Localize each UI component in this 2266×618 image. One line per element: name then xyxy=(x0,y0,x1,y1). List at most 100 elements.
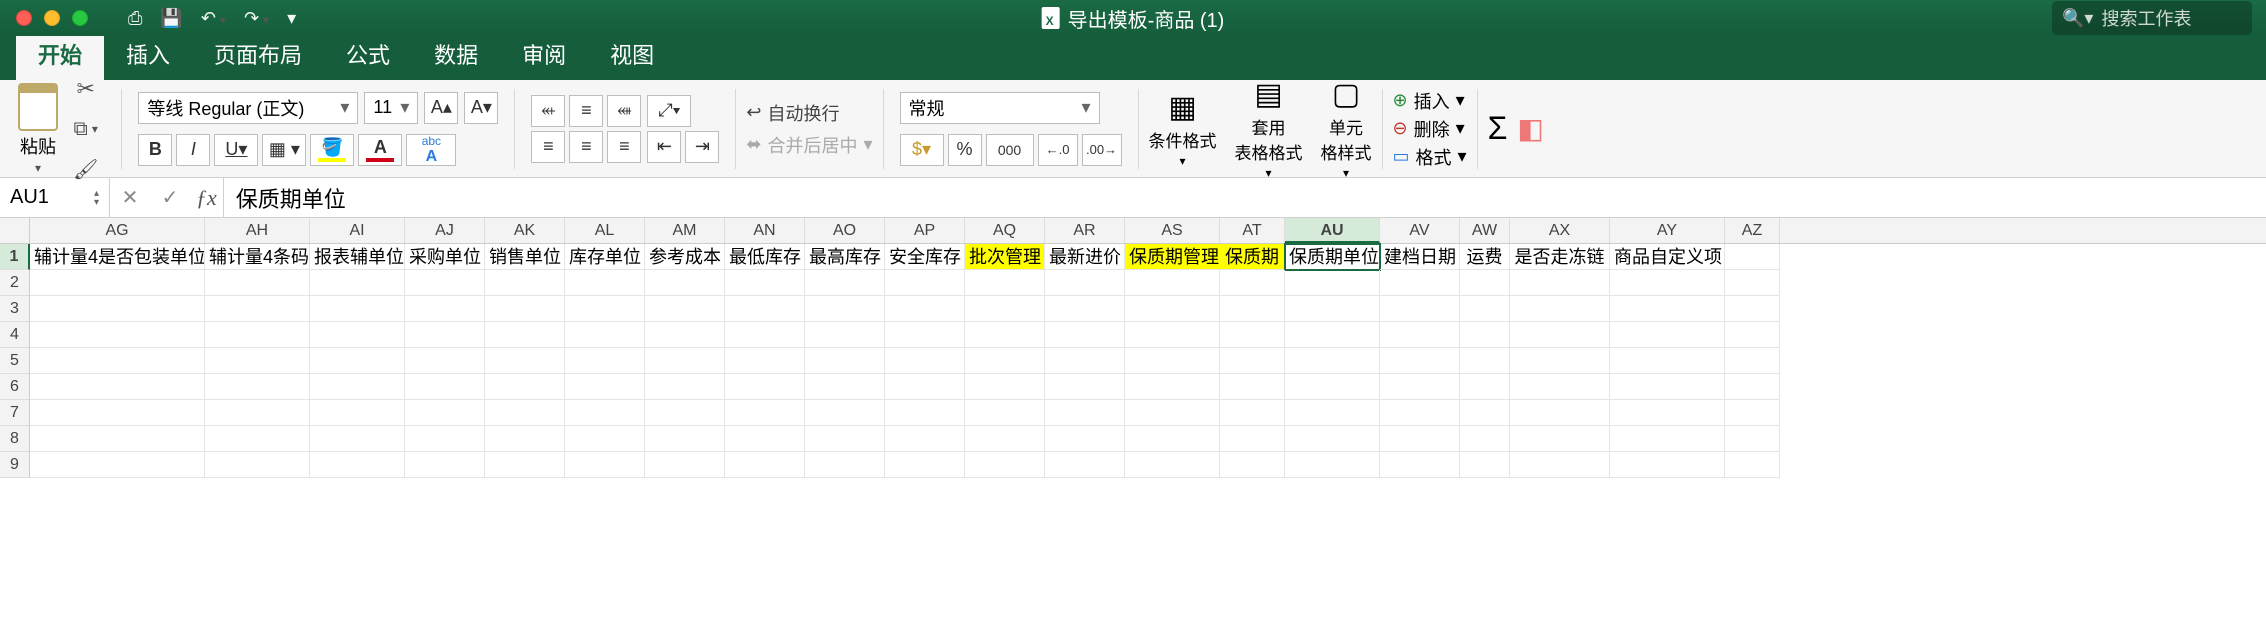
cell-AV2[interactable] xyxy=(1380,270,1460,296)
italic-button[interactable]: I xyxy=(176,134,210,166)
paste-button[interactable]: 粘贴 ▾ xyxy=(16,81,60,177)
cell-AZ6[interactable] xyxy=(1725,374,1780,400)
search-box[interactable]: 🔍▾ 搜索工作表 xyxy=(2052,1,2252,35)
cell-AP3[interactable] xyxy=(885,296,965,322)
cell-AH2[interactable] xyxy=(205,270,310,296)
row-header-7[interactable]: 7 xyxy=(0,400,30,426)
cell-AX3[interactable] xyxy=(1510,296,1610,322)
cell-AT9[interactable] xyxy=(1220,452,1285,478)
cell-AJ1[interactable]: 采购单位 xyxy=(405,244,485,270)
cell-AT3[interactable] xyxy=(1220,296,1285,322)
column-header-AR[interactable]: AR xyxy=(1045,218,1125,243)
align-left-button[interactable]: ≡ xyxy=(531,131,565,163)
cell-AO2[interactable] xyxy=(805,270,885,296)
align-right-button[interactable]: ≡ xyxy=(607,131,641,163)
autosum-button[interactable]: Σ xyxy=(1488,110,1508,147)
column-header-AO[interactable]: AO xyxy=(805,218,885,243)
cell-AK7[interactable] xyxy=(485,400,565,426)
cell-AJ2[interactable] xyxy=(405,270,485,296)
cell-AH6[interactable] xyxy=(205,374,310,400)
font-color-button[interactable]: A xyxy=(358,134,402,166)
cell-AW5[interactable] xyxy=(1460,348,1510,374)
cell-AZ4[interactable] xyxy=(1725,322,1780,348)
cell-AQ6[interactable] xyxy=(965,374,1045,400)
cell-AN7[interactable] xyxy=(725,400,805,426)
cell-AR4[interactable] xyxy=(1045,322,1125,348)
cell-AG8[interactable] xyxy=(30,426,205,452)
format-as-table-button[interactable]: ▤套用 表格格式▾ xyxy=(1235,77,1303,180)
format-cells-button[interactable]: ▭格式▾ xyxy=(1393,144,1467,170)
cell-AH1[interactable]: 辅计量4条码 xyxy=(205,244,310,270)
cell-AL6[interactable] xyxy=(565,374,645,400)
cell-AL1[interactable]: 库存单位 xyxy=(565,244,645,270)
increase-decimal-button[interactable]: ←.0 xyxy=(1038,134,1078,166)
cell-AL7[interactable] xyxy=(565,400,645,426)
cell-AS1[interactable]: 保质期管理 xyxy=(1125,244,1220,270)
cell-AI3[interactable] xyxy=(310,296,405,322)
cell-AZ7[interactable] xyxy=(1725,400,1780,426)
minimize-icon[interactable] xyxy=(44,10,60,26)
cell-AK9[interactable] xyxy=(485,452,565,478)
cell-AX2[interactable] xyxy=(1510,270,1610,296)
cell-AG5[interactable] xyxy=(30,348,205,374)
cell-AH5[interactable] xyxy=(205,348,310,374)
cell-AW3[interactable] xyxy=(1460,296,1510,322)
cell-AY3[interactable] xyxy=(1610,296,1725,322)
cell-AN2[interactable] xyxy=(725,270,805,296)
cell-AI6[interactable] xyxy=(310,374,405,400)
cell-AJ5[interactable] xyxy=(405,348,485,374)
cell-AT8[interactable] xyxy=(1220,426,1285,452)
cell-AW6[interactable] xyxy=(1460,374,1510,400)
cell-AU2[interactable] xyxy=(1285,270,1380,296)
cell-AK4[interactable] xyxy=(485,322,565,348)
bold-button[interactable]: B xyxy=(138,134,172,166)
align-middle-button[interactable]: ≡ xyxy=(569,95,603,127)
column-header-AG[interactable]: AG xyxy=(30,218,205,243)
column-header-AN[interactable]: AN xyxy=(725,218,805,243)
cell-AY8[interactable] xyxy=(1610,426,1725,452)
cell-AR1[interactable]: 最新进价 xyxy=(1045,244,1125,270)
cell-AP2[interactable] xyxy=(885,270,965,296)
cell-AT4[interactable] xyxy=(1220,322,1285,348)
cell-AV3[interactable] xyxy=(1380,296,1460,322)
cell-AX8[interactable] xyxy=(1510,426,1610,452)
cell-AU8[interactable] xyxy=(1285,426,1380,452)
cell-AI8[interactable] xyxy=(310,426,405,452)
cell-AG2[interactable] xyxy=(30,270,205,296)
font-size-combo[interactable]: 11▾ xyxy=(364,92,418,124)
cell-AZ3[interactable] xyxy=(1725,296,1780,322)
cell-AW8[interactable] xyxy=(1460,426,1510,452)
column-header-AL[interactable]: AL xyxy=(565,218,645,243)
cell-AR7[interactable] xyxy=(1045,400,1125,426)
phonetic-button[interactable]: abcA xyxy=(406,134,456,166)
cell-AW2[interactable] xyxy=(1460,270,1510,296)
cell-AN6[interactable] xyxy=(725,374,805,400)
cell-AQ8[interactable] xyxy=(965,426,1045,452)
column-header-AU[interactable]: AU xyxy=(1285,218,1380,243)
cell-AZ8[interactable] xyxy=(1725,426,1780,452)
save-icon[interactable]: 💾 xyxy=(160,8,182,29)
column-header-AQ[interactable]: AQ xyxy=(965,218,1045,243)
cell-AL2[interactable] xyxy=(565,270,645,296)
row-header-9[interactable]: 9 xyxy=(0,452,30,478)
column-header-AM[interactable]: AM xyxy=(645,218,725,243)
cell-AZ1[interactable] xyxy=(1725,244,1780,270)
cell-AS9[interactable] xyxy=(1125,452,1220,478)
cell-AM1[interactable]: 参考成本 xyxy=(645,244,725,270)
cell-AQ4[interactable] xyxy=(965,322,1045,348)
cell-AI9[interactable] xyxy=(310,452,405,478)
cell-AL5[interactable] xyxy=(565,348,645,374)
name-box[interactable]: AU1 ▴▾ xyxy=(0,178,110,217)
cell-AH8[interactable] xyxy=(205,426,310,452)
cell-AW4[interactable] xyxy=(1460,322,1510,348)
cell-AJ3[interactable] xyxy=(405,296,485,322)
cell-AG4[interactable] xyxy=(30,322,205,348)
cell-AR8[interactable] xyxy=(1045,426,1125,452)
maximize-icon[interactable] xyxy=(72,10,88,26)
cell-AV5[interactable] xyxy=(1380,348,1460,374)
cell-AT7[interactable] xyxy=(1220,400,1285,426)
border-button[interactable]: ▦ ▾ xyxy=(262,134,306,166)
cell-AW9[interactable] xyxy=(1460,452,1510,478)
number-format-combo[interactable]: 常规▾ xyxy=(900,92,1100,124)
increase-font-button[interactable]: A▴ xyxy=(424,92,458,124)
